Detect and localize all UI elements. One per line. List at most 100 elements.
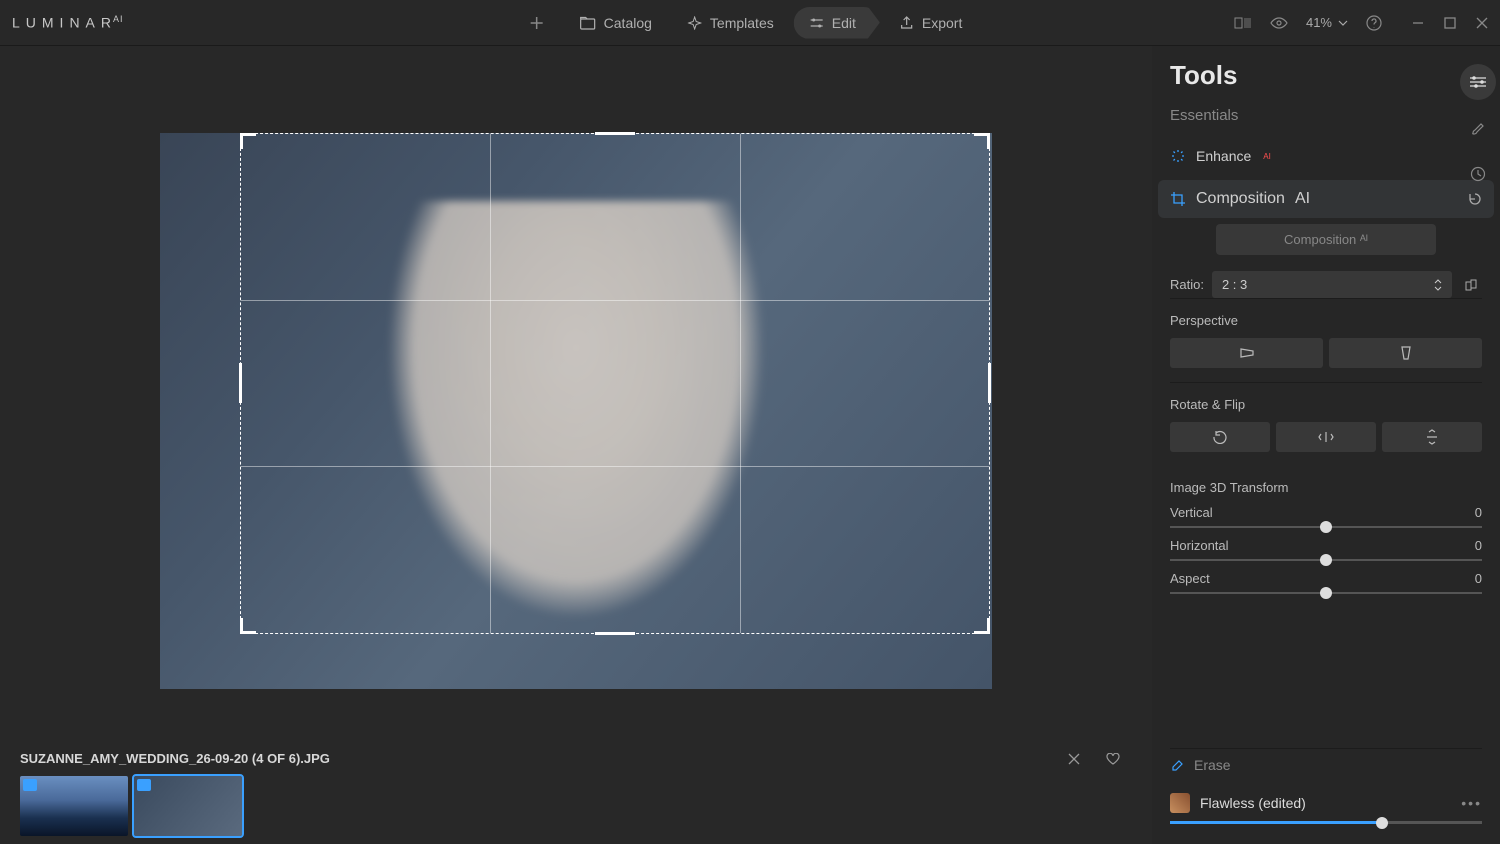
flip-v-button[interactable]: [1382, 422, 1482, 452]
crop-handle[interactable]: [595, 132, 635, 135]
flip-h-button[interactable]: [1276, 422, 1376, 452]
slider-thumb[interactable]: [1320, 554, 1332, 566]
crop-handle[interactable]: [239, 363, 242, 403]
nav-edit[interactable]: Edit: [794, 7, 880, 39]
composition-ai-button[interactable]: Composition ᴬᴵ: [1216, 224, 1436, 255]
slider-vertical-value: 0: [1475, 505, 1482, 520]
tool-enhance[interactable]: Enhance AI: [1170, 138, 1482, 174]
perspective-v-button[interactable]: [1329, 338, 1482, 368]
edit-badge-icon: [23, 779, 37, 791]
preset-thumbnail-icon: [1170, 793, 1190, 813]
crop-icon: [1170, 191, 1186, 207]
preset-label: Flawless (edited): [1200, 795, 1306, 811]
tool-erase-label: Erase: [1194, 757, 1231, 773]
slider-horizontal-value: 0: [1475, 538, 1482, 553]
zoom-control[interactable]: 41%: [1306, 15, 1348, 30]
eye-icon[interactable]: [1270, 17, 1288, 29]
grid-line: [241, 466, 989, 467]
side-tabs: [1456, 60, 1500, 196]
slider-vertical[interactable]: [1170, 526, 1482, 528]
app-logo: LUMINARAI: [12, 14, 124, 31]
filmstrip: SUZANNE_AMY_WEDDING_26-09-20 (4 OF 6).JP…: [0, 745, 1152, 844]
main-nav: Catalog Templates Edit Export: [522, 7, 979, 39]
perspective-label: Perspective: [1170, 313, 1482, 328]
rotate-flip-label: Rotate & Flip: [1170, 397, 1482, 412]
section-essentials-label: Essentials: [1170, 107, 1482, 124]
compare-icon[interactable]: [1234, 16, 1252, 30]
preset-menu-button[interactable]: •••: [1461, 795, 1482, 811]
slider-horizontal-label: Horizontal: [1170, 538, 1229, 553]
photo[interactable]: [160, 133, 992, 689]
crop-box[interactable]: [240, 133, 990, 634]
erase-icon: [1170, 758, 1184, 772]
crop-handle[interactable]: [974, 618, 990, 634]
slider-aspect-value: 0: [1475, 571, 1482, 586]
thumbnail[interactable]: [20, 776, 128, 836]
panel-title: Tools: [1170, 60, 1482, 91]
nav-export[interactable]: Export: [884, 7, 978, 39]
ratio-swap-button[interactable]: [1460, 274, 1482, 296]
crop-handle[interactable]: [240, 618, 256, 634]
crop-handle[interactable]: [240, 133, 256, 149]
tools-panel: Tools Essentials Enhance AI Composition AI…: [1152, 46, 1500, 844]
chevron-down-icon: [1338, 20, 1348, 26]
preset-slider[interactable]: [1170, 821, 1482, 824]
header-right: 41%: [1234, 15, 1488, 31]
favorite-button[interactable]: [1106, 753, 1120, 765]
slider-thumb[interactable]: [1376, 817, 1388, 829]
slider-aspect[interactable]: [1170, 592, 1482, 594]
filename-label: SUZANNE_AMY_WEDDING_26-09-20 (4 OF 6).JP…: [20, 751, 330, 766]
nav-templates[interactable]: Templates: [672, 7, 790, 39]
transform-label: Image 3D Transform: [1170, 480, 1482, 495]
side-tab-brush[interactable]: [1460, 110, 1496, 146]
grid-line: [740, 134, 741, 633]
logo-suffix: AI: [113, 14, 124, 24]
nav-templates-label: Templates: [710, 15, 774, 31]
preset-row: Flawless (edited) •••: [1170, 781, 1482, 821]
side-tab-tools[interactable]: [1460, 64, 1496, 100]
tool-enhance-label: Enhance: [1196, 148, 1251, 164]
perspective-h-button[interactable]: [1170, 338, 1323, 368]
help-icon[interactable]: [1366, 15, 1382, 31]
close-button[interactable]: [1476, 17, 1488, 29]
slider-thumb[interactable]: [1320, 521, 1332, 533]
nav-catalog[interactable]: Catalog: [564, 7, 668, 39]
ratio-value: 2 : 3: [1222, 277, 1247, 292]
app-header: LUMINARAI Catalog Templates Edit Export: [0, 0, 1500, 46]
ai-badge: AI: [1295, 190, 1310, 208]
edit-badge-icon: [137, 779, 151, 791]
reject-button[interactable]: [1068, 753, 1080, 765]
side-tab-history[interactable]: [1460, 156, 1496, 192]
slider-thumb[interactable]: [1320, 587, 1332, 599]
ratio-select[interactable]: 2 : 3: [1212, 271, 1452, 298]
export-icon: [900, 16, 914, 30]
updown-icon: [1434, 279, 1442, 291]
minimize-button[interactable]: [1412, 17, 1424, 29]
slider-vertical-label: Vertical: [1170, 505, 1213, 520]
tool-composition-label: Composition: [1196, 190, 1285, 208]
nav-catalog-label: Catalog: [604, 15, 652, 31]
grid-line: [490, 134, 491, 633]
slider-aspect-label: Aspect: [1170, 571, 1210, 586]
crop-handle[interactable]: [988, 363, 991, 403]
add-button[interactable]: [522, 8, 552, 38]
slider-horizontal[interactable]: [1170, 559, 1482, 561]
zoom-value: 41%: [1306, 15, 1332, 30]
folder-icon: [580, 16, 596, 30]
nav-edit-label: Edit: [832, 15, 856, 31]
grid-line: [241, 300, 989, 301]
tool-composition[interactable]: Composition AI: [1158, 180, 1494, 218]
crop-handle[interactable]: [595, 632, 635, 635]
ai-badge: AI: [1263, 152, 1271, 161]
nav-export-label: Export: [922, 15, 962, 31]
enhance-icon: [1170, 148, 1186, 164]
tool-erase[interactable]: Erase: [1170, 748, 1482, 781]
maximize-button[interactable]: [1444, 17, 1456, 29]
sparkle-icon: [688, 16, 702, 30]
thumbnail-selected[interactable]: [134, 776, 242, 836]
rotate-button[interactable]: [1170, 422, 1270, 452]
crop-handle[interactable]: [974, 133, 990, 149]
logo-text: LUMINAR: [12, 15, 117, 31]
ratio-label: Ratio:: [1170, 277, 1204, 292]
canvas-area: SUZANNE_AMY_WEDDING_26-09-20 (4 OF 6).JP…: [0, 46, 1152, 844]
